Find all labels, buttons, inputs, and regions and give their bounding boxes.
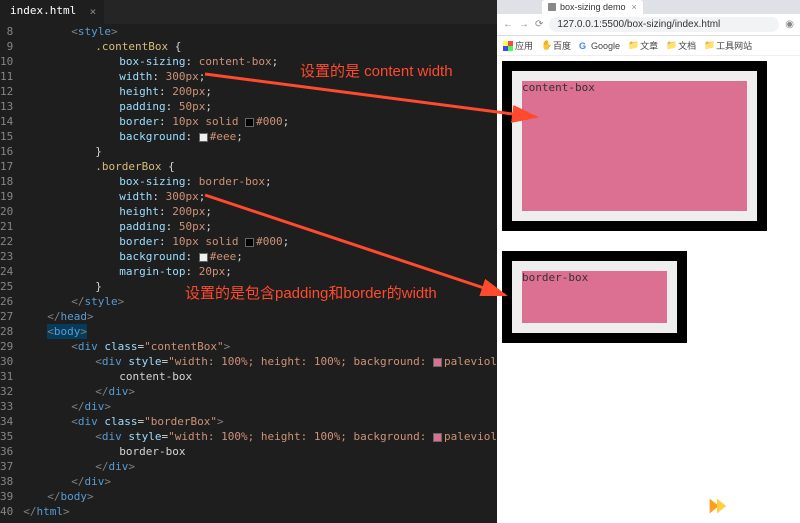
watermark-logo-icon	[706, 495, 728, 517]
browser-toolbar: ← → ⟳ 127.0.0.1:5500/box-sizing/index.ht…	[497, 14, 800, 36]
address-bar[interactable]: 127.0.0.1:5500/box-sizing/index.html	[549, 17, 779, 32]
folder-icon: 📁	[628, 41, 638, 51]
border-box-inner: border-box	[522, 271, 667, 323]
forward-icon[interactable]: →	[519, 19, 529, 30]
editor-tab-bar: index.html ×	[0, 0, 497, 24]
folder-icon: 📁	[666, 41, 676, 51]
bookmark-item[interactable]: GGoogle	[579, 41, 620, 51]
bookmark-folder[interactable]: 📁文章	[628, 39, 658, 52]
code-area[interactable]: 8910111213141516171819202122232425262728…	[0, 24, 497, 523]
back-icon[interactable]: ←	[503, 19, 513, 30]
apps-icon	[503, 41, 513, 51]
google-icon: G	[579, 41, 589, 51]
code-lines[interactable]: <style>.contentBox {box-sizing: content-…	[23, 24, 543, 523]
watermark-text: 创新互联	[732, 496, 792, 517]
bookmark-folder[interactable]: 📁文档	[666, 39, 696, 52]
bookmarks-bar: 应用 ✋百度 GGoogle 📁文章 📁文档 📁工具网站	[497, 36, 800, 56]
editor-tab-active[interactable]: index.html ×	[0, 0, 104, 24]
browser-window: box-sizing demo × ← → ⟳ 127.0.0.1:5500/b…	[497, 0, 800, 523]
close-icon[interactable]: ×	[632, 2, 637, 12]
annotation-top: 设置的是 content width	[300, 60, 453, 81]
apps-button[interactable]: 应用	[503, 39, 533, 52]
baidu-icon: ✋	[541, 41, 551, 51]
border-box-demo: border-box	[502, 251, 687, 343]
bookmark-item[interactable]: ✋百度	[541, 39, 571, 52]
watermark: 创新互联	[706, 495, 792, 517]
reload-icon[interactable]: ⟳	[535, 19, 543, 30]
browser-tab-title: box-sizing demo	[560, 2, 626, 12]
profile-icon[interactable]: ◉	[785, 19, 794, 30]
content-box-inner: content-box	[522, 81, 747, 211]
annotation-bottom: 设置的是包含padding和border的width	[185, 282, 437, 303]
bookmark-folder[interactable]: 📁工具网站	[704, 39, 752, 52]
tab-filename: index.html	[10, 4, 76, 17]
line-number-gutter: 8910111213141516171819202122232425262728…	[0, 24, 23, 523]
browser-tab-bar: box-sizing demo ×	[497, 0, 800, 14]
close-icon[interactable]: ×	[90, 5, 97, 18]
browser-tab[interactable]: box-sizing demo ×	[542, 0, 643, 14]
browser-viewport: content-box border-box	[497, 56, 800, 368]
folder-icon: 📁	[704, 41, 714, 51]
favicon-icon	[548, 3, 556, 11]
content-box-demo: content-box	[502, 61, 767, 231]
